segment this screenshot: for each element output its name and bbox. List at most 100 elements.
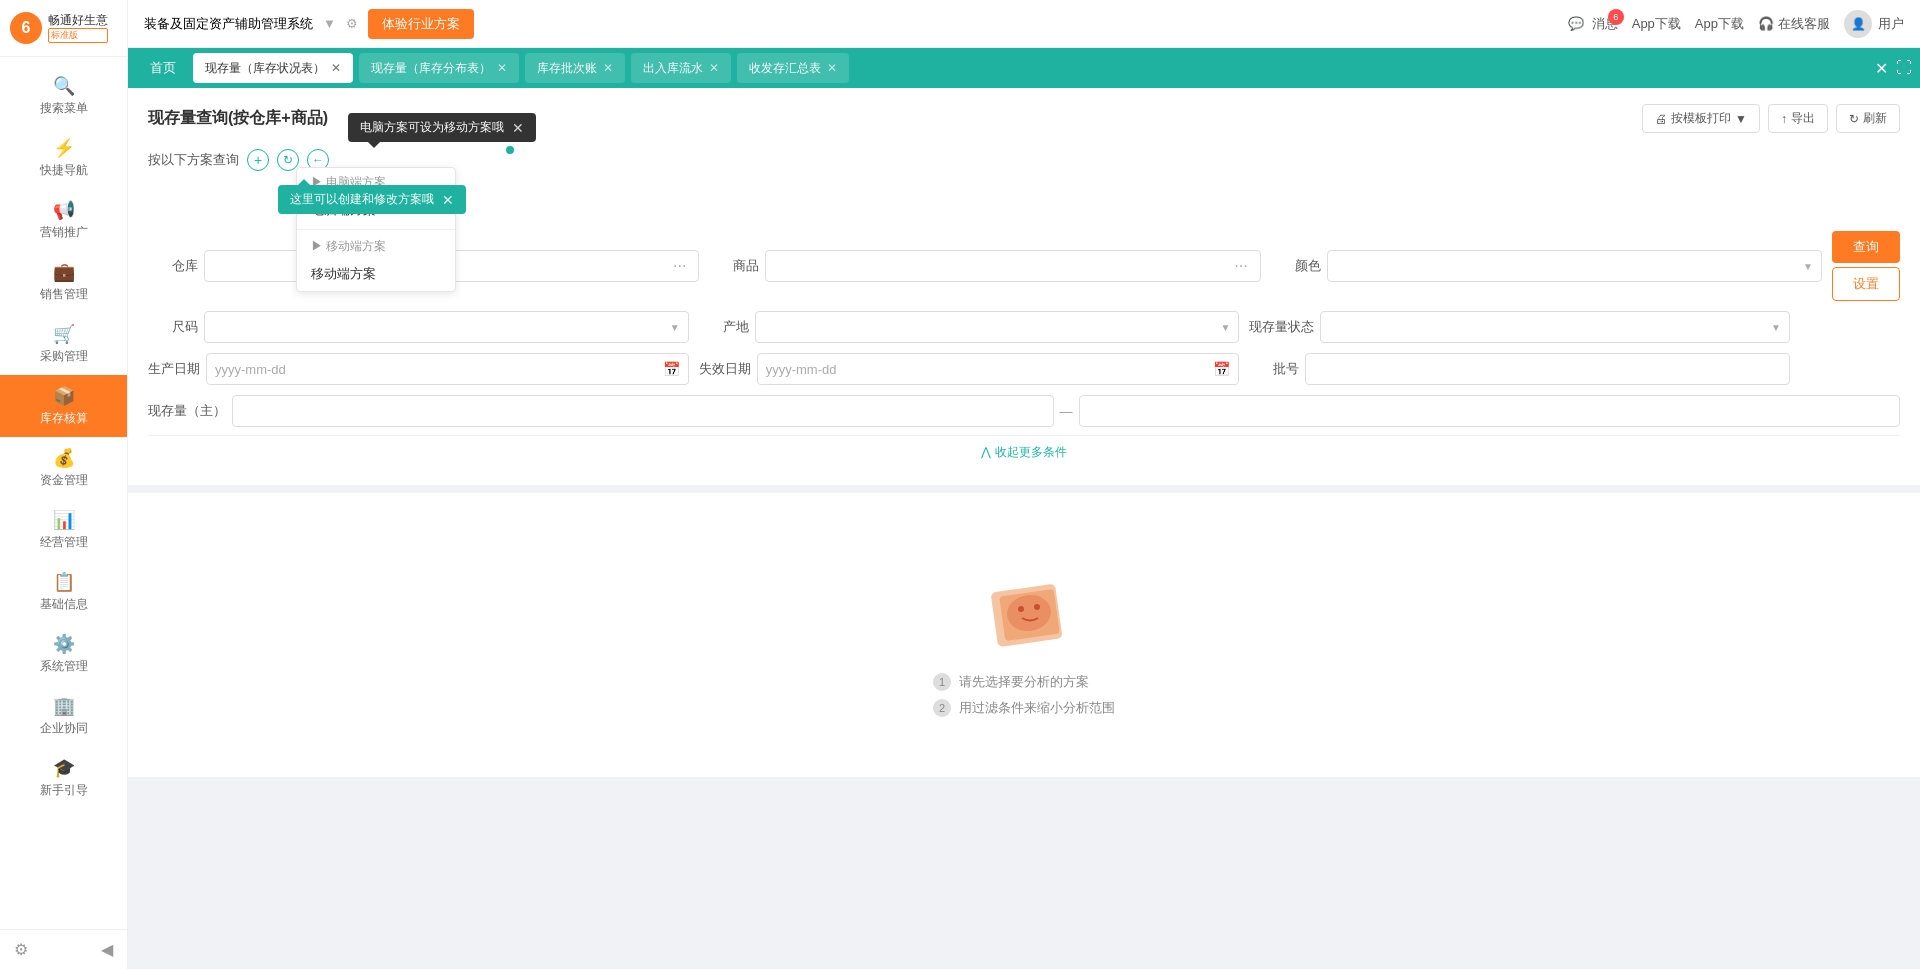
expire-date-input[interactable]: yyyy-mm-dd 📅	[757, 353, 1240, 385]
sidebar-item-search[interactable]: 🔍 搜索菜单	[0, 65, 127, 127]
goods-select[interactable]: ···	[765, 250, 1260, 282]
expire-date-icon: 📅	[1213, 361, 1230, 377]
msg-badge: 6	[1608, 9, 1624, 25]
scheme-list-mobile-item[interactable]: 移动端方案	[297, 257, 455, 291]
tab-batch-ledger-label: 库存批次账	[537, 60, 597, 77]
filter-refresh-btn[interactable]: ↻	[277, 149, 299, 171]
app-download-text[interactable]: App下载	[1695, 15, 1744, 33]
tab-batch-ledger[interactable]: 库存批次账 ✕	[525, 53, 625, 83]
collapse-bar[interactable]: ⋀ 收起更多条件	[148, 435, 1900, 469]
tab-in-out-flow-close[interactable]: ✕	[709, 61, 719, 75]
form-item-stock-status: 现存量状态 ▼	[1249, 311, 1790, 343]
settings-icon[interactable]: ⚙	[14, 940, 28, 959]
warehouse-dots[interactable]: ···	[669, 257, 690, 275]
basic-icon: 📋	[53, 571, 75, 593]
sidebar-item-inventory-label: 库存核算	[40, 410, 88, 427]
tab-bar: 首页 现存量（库存状况表） ✕ 现存量（库存分布表） ✕ 库存批次账 ✕ 出入库…	[128, 48, 1920, 88]
form-item-batch: 批号	[1249, 353, 1790, 385]
dropdown-arrow-icon[interactable]: ▼	[323, 16, 336, 31]
sidebar-item-sales-label: 销售管理	[40, 286, 88, 303]
expire-date-label: 失效日期	[699, 360, 751, 378]
tooltip-scheme: 这里可以创建和修改方案哦 ✕	[278, 185, 466, 214]
sales-icon: 💼	[53, 261, 75, 283]
sidebar-item-purchase[interactable]: 🛒 采购管理	[0, 313, 127, 375]
color-label: 颜色	[1271, 257, 1321, 275]
batch-input[interactable]	[1305, 353, 1790, 385]
form-item-stock-main: 现存量（主） —	[148, 395, 1900, 427]
tab-receive-summary[interactable]: 收发存汇总表 ✕	[737, 53, 849, 83]
step-2-text: 用过滤条件来缩小分析范围	[959, 699, 1115, 717]
panel-title-actions: 🖨 按模板打印 ▼ ↑ 导出 ↻ 刷新	[1642, 104, 1900, 133]
marketing-icon: 📢	[53, 199, 75, 221]
tooltip-scheme-close[interactable]: ✕	[442, 192, 454, 208]
sidebar-logo: 6 畅通好生意 标准版	[0, 0, 127, 57]
headset-icon: 🎧	[1758, 16, 1774, 31]
app-download-link[interactable]: App下载	[1632, 15, 1681, 33]
export-btn[interactable]: ↑ 导出	[1768, 104, 1828, 133]
sidebar-item-operations-label: 经营管理	[40, 534, 88, 551]
form-item-produce-date: 生产日期 yyyy-mm-dd 📅	[148, 353, 689, 385]
origin-select[interactable]: ▼	[755, 311, 1240, 343]
tab-close-all-icon[interactable]: ✕	[1875, 59, 1888, 78]
tab-home[interactable]: 首页	[136, 48, 190, 88]
tab-stock-dist-close[interactable]: ✕	[497, 61, 507, 75]
stock-main-to[interactable]	[1079, 395, 1901, 427]
sidebar-item-sales[interactable]: 💼 销售管理	[0, 251, 127, 313]
sidebar-item-finance[interactable]: 💰 资金管理	[0, 437, 127, 499]
tab-stock-status[interactable]: 现存量（库存状况表） ✕	[193, 53, 353, 83]
stock-main-range: —	[232, 395, 1900, 427]
tab-receive-summary-close[interactable]: ✕	[827, 61, 837, 75]
print-btn[interactable]: 🖨 按模板打印 ▼	[1642, 104, 1760, 133]
stock-status-select[interactable]: ▼	[1320, 311, 1790, 343]
refresh-btn[interactable]: ↻ 刷新	[1836, 104, 1900, 133]
svg-point-3	[1018, 606, 1024, 612]
search-icon: 🔍	[53, 75, 75, 97]
collapse-icon[interactable]: ◀	[101, 940, 113, 959]
color-select[interactable]: ▼	[1327, 250, 1822, 282]
main: 装备及固定资产辅助管理系统 ▼ ⚙ 体验行业方案 💬 6 消息 App下载 Ap…	[128, 0, 1920, 969]
print-icon: 🖨	[1655, 112, 1667, 126]
online-service-link[interactable]: 🎧 在线客服	[1758, 15, 1830, 33]
settings-gear-icon[interactable]: ⚙	[346, 16, 358, 31]
system-name: 装备及固定资产辅助管理系统	[144, 15, 313, 33]
tooltip-scheme-text: 这里可以创建和修改方案哦	[290, 191, 434, 208]
export-label: 导出	[1791, 110, 1815, 127]
sidebar-item-inventory[interactable]: 📦 库存核算	[0, 375, 127, 437]
trial-btn[interactable]: 体验行业方案	[368, 9, 474, 39]
stock-main-from[interactable]	[232, 395, 1054, 427]
tooltip-desktop-close[interactable]: ✕	[512, 120, 524, 136]
goods-dots[interactable]: ···	[1230, 257, 1251, 275]
filter-add-btn[interactable]: +	[247, 149, 269, 171]
sidebar-item-quick-nav[interactable]: ⚡ 快捷导航	[0, 127, 127, 189]
logo-icon: 6	[10, 12, 42, 44]
search-btn[interactable]: 查询	[1832, 231, 1900, 263]
scheme-divider	[297, 229, 455, 230]
sidebar-item-system-label: 系统管理	[40, 658, 88, 675]
tab-stock-status-close[interactable]: ✕	[331, 61, 341, 75]
top-header: 装备及固定资产辅助管理系统 ▼ ⚙ 体验行业方案 💬 6 消息 App下载 Ap…	[128, 0, 1920, 48]
operations-icon: 📊	[53, 509, 75, 531]
warehouse-label: 仓库	[148, 257, 198, 275]
sidebar-item-guide[interactable]: 🎓 新手引导	[0, 747, 127, 809]
form-item-color: 颜色 ▼	[1271, 250, 1822, 282]
size-select[interactable]: ▼	[204, 311, 689, 343]
goods-label: 商品	[709, 257, 759, 275]
produce-date-input[interactable]: yyyy-mm-dd 📅	[206, 353, 689, 385]
tab-in-out-flow[interactable]: 出入库流水 ✕	[631, 53, 731, 83]
tab-stock-dist[interactable]: 现存量（库存分布表） ✕	[359, 53, 519, 83]
step-2-num: 2	[933, 699, 951, 717]
tab-batch-ledger-close[interactable]: ✕	[603, 61, 613, 75]
tab-fullscreen-icon[interactable]: ⛶	[1896, 59, 1912, 77]
sidebar-item-system[interactable]: ⚙️ 系统管理	[0, 623, 127, 685]
sidebar-item-enterprise[interactable]: 🏢 企业协同	[0, 685, 127, 747]
msg-icon-wrap[interactable]: 💬 6 消息	[1568, 15, 1618, 33]
form-item-size: 尺码 ▼	[148, 311, 689, 343]
sidebar-item-basic[interactable]: 📋 基础信息	[0, 561, 127, 623]
empty-svg	[974, 553, 1084, 663]
user-label: 用户	[1878, 15, 1904, 33]
sidebar-item-marketing[interactable]: 📢 营销推广	[0, 189, 127, 251]
filter-label-text: 按以下方案查询	[148, 151, 239, 169]
empty-state: 1 请先选择要分析的方案 2 用过滤条件来缩小分析范围	[128, 493, 1920, 777]
reset-btn[interactable]: 设置	[1832, 267, 1900, 301]
sidebar-item-operations[interactable]: 📊 经营管理	[0, 499, 127, 561]
